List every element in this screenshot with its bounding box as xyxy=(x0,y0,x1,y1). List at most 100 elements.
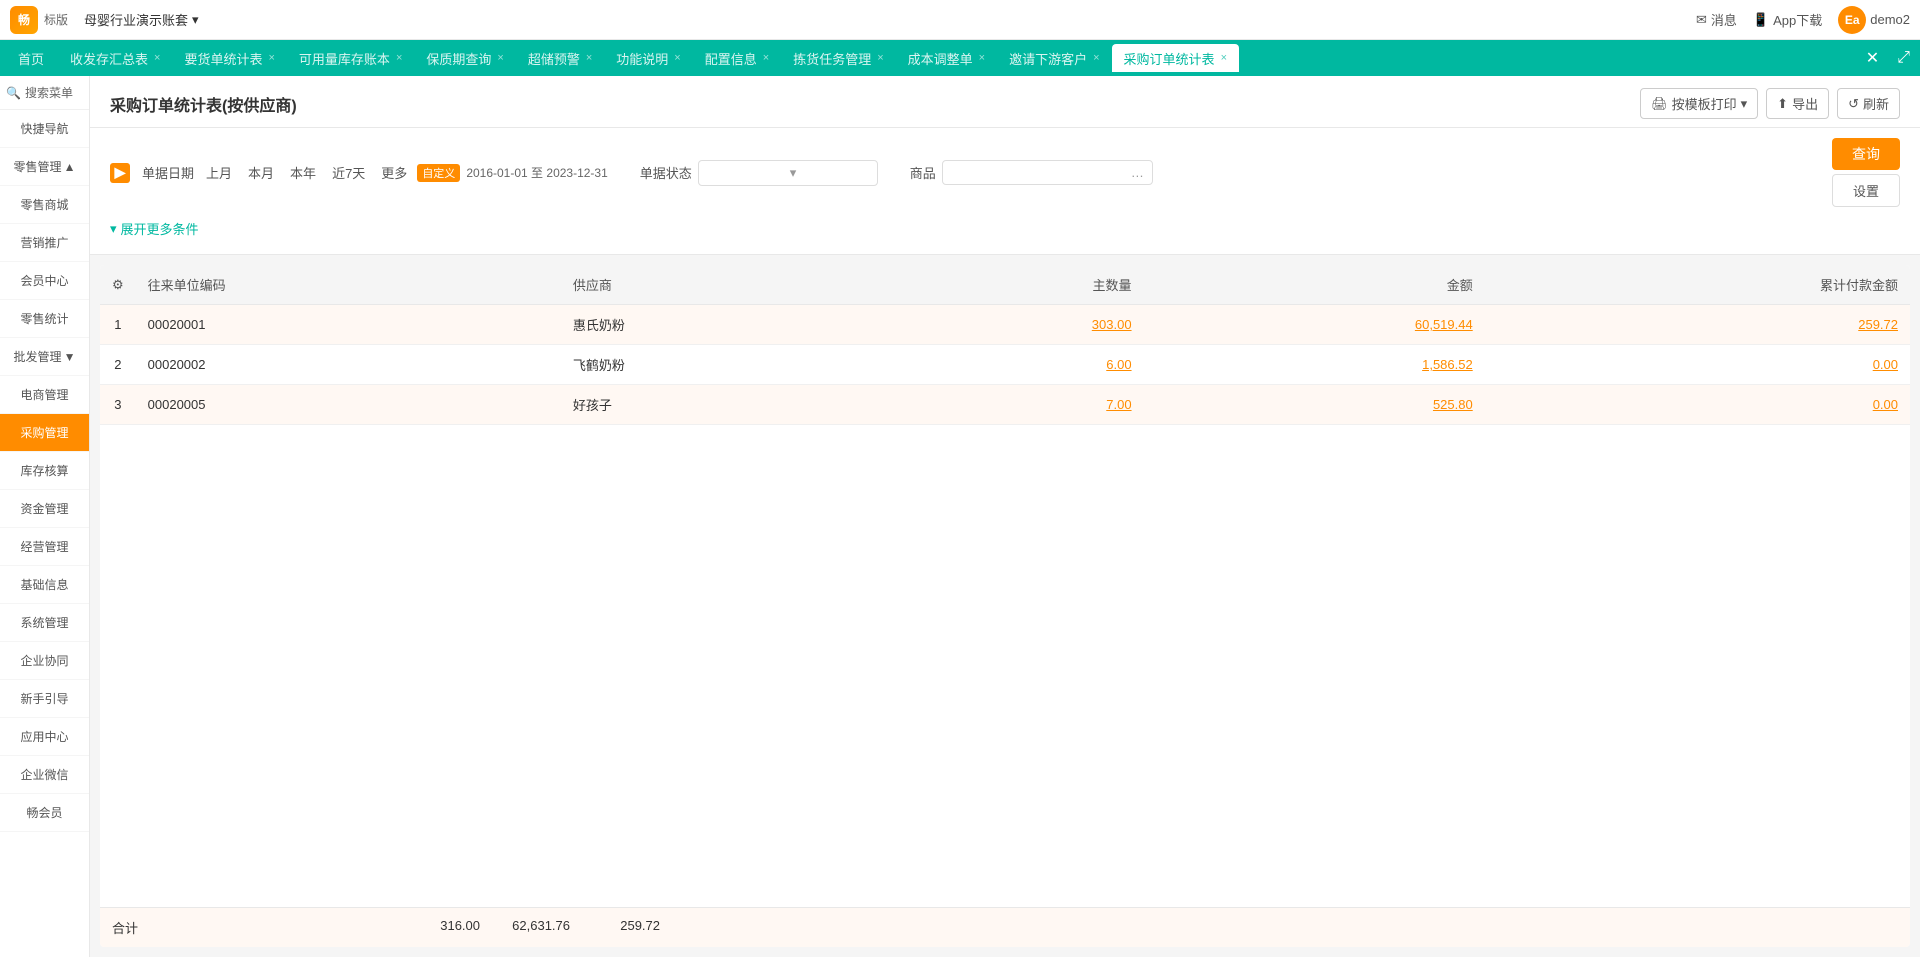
sidebar-item-base-info[interactable]: 基础信息 xyxy=(0,566,89,604)
tab-7-close-icon[interactable]: × xyxy=(763,52,769,64)
tab-6-close-icon[interactable]: × xyxy=(674,52,680,64)
tab-3-close-icon[interactable]: × xyxy=(396,52,402,64)
tab-8[interactable]: 拣货任务管理 × xyxy=(781,44,895,72)
app-download-button[interactable]: 📱 App下载 xyxy=(1753,10,1822,29)
sidebar-item-system[interactable]: 系统管理 xyxy=(0,604,89,642)
row-2-paid-link[interactable]: 0.00 xyxy=(1873,357,1898,372)
export-button[interactable]: ⬆ 导出 xyxy=(1766,88,1829,119)
tab-2-close-icon[interactable]: × xyxy=(268,52,274,64)
message-icon: ✉ xyxy=(1696,12,1707,28)
sidebar-item-app-center[interactable]: 应用中心 xyxy=(0,718,89,756)
tab-5-close-icon[interactable]: × xyxy=(586,52,592,64)
filter-area: ▶ 单据日期 上月 本月 本年 近7天 更多 自定义 2016-01-01 至 xyxy=(90,128,1920,255)
footer-amount: 62,631.76 xyxy=(492,918,582,937)
filter-expand-icon[interactable]: ▶ xyxy=(110,163,130,183)
tab-5[interactable]: 超储预警 × xyxy=(516,44,604,72)
vip-label: 畅会员 xyxy=(26,806,62,820)
table-scroll-wrap[interactable]: ⚙ 往来单位编码 供应商 主数量 金额 累计付款金额 1 00020001 惠氏 xyxy=(100,265,1910,907)
maximize-button[interactable]: ⤢ xyxy=(1891,47,1916,69)
row-1-amount[interactable]: 60,519.44 xyxy=(1144,305,1485,345)
tab-6[interactable]: 功能说明 × xyxy=(604,44,692,72)
this-year-btn[interactable]: 本年 xyxy=(284,161,322,184)
sidebar-item-ecommerce[interactable]: 电商管理 xyxy=(0,376,89,414)
expand-more-button[interactable]: ▾ 展开更多条件 xyxy=(110,213,1900,244)
row-1-paid-amount[interactable]: 259.72 xyxy=(1485,305,1910,345)
last-month-btn[interactable]: 上月 xyxy=(200,161,238,184)
tab-11[interactable]: 采购订单统计表 × xyxy=(1112,44,1239,72)
row-1-paid-link[interactable]: 259.72 xyxy=(1858,317,1898,332)
export-label: 导出 xyxy=(1792,94,1818,113)
expand-more-row: ▾ 展开更多条件 xyxy=(110,213,1900,244)
sidebar-item-retail[interactable]: 零售管理 ▲ xyxy=(0,148,89,186)
tab-1-close-icon[interactable]: × xyxy=(154,52,160,64)
refresh-button[interactable]: ↺ 刷新 xyxy=(1837,88,1900,119)
sidebar-item-retail-shop[interactable]: 零售商城 xyxy=(0,186,89,224)
workspace-chevron-icon: ▾ xyxy=(192,12,199,28)
row-2-main-qty[interactable]: 6.00 xyxy=(878,345,1144,385)
tab-2-label: 要货单统计表 xyxy=(184,49,262,68)
sidebar-item-wechat[interactable]: 企业微信 xyxy=(0,756,89,794)
template-print-button[interactable]: 🖨 按模板打印 ▾ xyxy=(1640,88,1758,119)
sidebar-item-operation[interactable]: 经营管理 xyxy=(0,528,89,566)
sidebar-item-marketing[interactable]: 营销推广 xyxy=(0,224,89,262)
wholesale-label: 批发管理 xyxy=(14,348,62,365)
row-2-unit-code: 00020002 xyxy=(136,345,561,385)
row-3-amount-link[interactable]: 525.80 xyxy=(1433,397,1473,412)
settings-button[interactable]: 设置 xyxy=(1832,174,1900,207)
tab-4[interactable]: 保质期查询 × xyxy=(414,44,515,72)
sidebar-item-enterprise[interactable]: 企业协同 xyxy=(0,642,89,680)
tab-10-close-icon[interactable]: × xyxy=(1093,52,1099,64)
sidebar-item-search[interactable]: 🔍 搜索菜单 xyxy=(0,76,89,110)
tab-10[interactable]: 邀请下游客户 × xyxy=(997,44,1111,72)
tab-8-close-icon[interactable]: × xyxy=(877,52,883,64)
message-label: 消息 xyxy=(1711,10,1737,29)
tab-1[interactable]: 收发存汇总表 × xyxy=(58,44,172,72)
sidebar-item-inventory[interactable]: 库存核算 xyxy=(0,452,89,490)
th-settings[interactable]: ⚙ xyxy=(100,265,136,305)
goods-input[interactable] xyxy=(951,165,1127,180)
sidebar-item-guide[interactable]: 新手引导 xyxy=(0,680,89,718)
row-2-qty-link[interactable]: 6.00 xyxy=(1106,357,1131,372)
row-3-amount[interactable]: 525.80 xyxy=(1144,385,1485,425)
row-1-amount-link[interactable]: 60,519.44 xyxy=(1415,317,1473,332)
last-7-days-btn[interactable]: 近7天 xyxy=(326,161,371,184)
goods-more-icon[interactable]: … xyxy=(1131,165,1144,180)
row-2-amount[interactable]: 1,586.52 xyxy=(1144,345,1485,385)
row-1-qty-link[interactable]: 303.00 xyxy=(1092,317,1132,332)
row-1-main-qty[interactable]: 303.00 xyxy=(878,305,1144,345)
tab-3[interactable]: 可用量库存账本 × xyxy=(287,44,414,72)
more-dates-btn[interactable]: 更多 xyxy=(375,161,413,184)
sidebar-item-vip[interactable]: 畅会员 xyxy=(0,794,89,832)
sidebar-item-wholesale[interactable]: 批发管理 ▼ xyxy=(0,338,89,376)
table-header: ⚙ 往来单位编码 供应商 主数量 金额 累计付款金额 xyxy=(100,265,1910,305)
sidebar-item-purchase[interactable]: 采购管理 xyxy=(0,414,89,452)
tab-4-close-icon[interactable]: × xyxy=(497,52,503,64)
tab-2[interactable]: 要货单统计表 × xyxy=(172,44,286,72)
message-button[interactable]: ✉ 消息 xyxy=(1696,10,1737,29)
query-button[interactable]: 查询 xyxy=(1832,138,1900,170)
row-3-qty-link[interactable]: 7.00 xyxy=(1106,397,1131,412)
sidebar-item-member[interactable]: 会员中心 xyxy=(0,262,89,300)
tab-11-close-icon[interactable]: × xyxy=(1221,52,1227,64)
app-label: App下载 xyxy=(1773,10,1822,29)
status-select[interactable]: ▾ xyxy=(698,160,878,186)
close-all-button[interactable]: ✕ xyxy=(1860,46,1885,70)
sidebar-item-quick[interactable]: 快捷导航 xyxy=(0,110,89,148)
tab-9-close-icon[interactable]: × xyxy=(979,52,985,64)
sidebar-item-finance[interactable]: 资金管理 xyxy=(0,490,89,528)
custom-badge: 自定义 xyxy=(417,164,460,182)
tab-home[interactable]: 首页 xyxy=(4,44,58,72)
user-area[interactable]: Ea demo2 xyxy=(1838,6,1910,34)
tab-9[interactable]: 成本调整单 × xyxy=(896,44,997,72)
filter-status-group: 单据状态 ▾ xyxy=(640,160,878,186)
row-2-amount-link[interactable]: 1,586.52 xyxy=(1422,357,1473,372)
row-2-paid-amount[interactable]: 0.00 xyxy=(1485,345,1910,385)
tab-7[interactable]: 配置信息 × xyxy=(693,44,781,72)
this-month-btn[interactable]: 本月 xyxy=(242,161,280,184)
row-3-main-qty[interactable]: 7.00 xyxy=(878,385,1144,425)
sidebar-item-retail-stat[interactable]: 零售统计 xyxy=(0,300,89,338)
row-3-paid-amount[interactable]: 0.00 xyxy=(1485,385,1910,425)
row-3-paid-link[interactable]: 0.00 xyxy=(1873,397,1898,412)
table-row: 1 00020001 惠氏奶粉 303.00 60,519.44 259.72 xyxy=(100,305,1910,345)
workspace-selector[interactable]: 母婴行业演示账套 ▾ xyxy=(76,6,207,33)
